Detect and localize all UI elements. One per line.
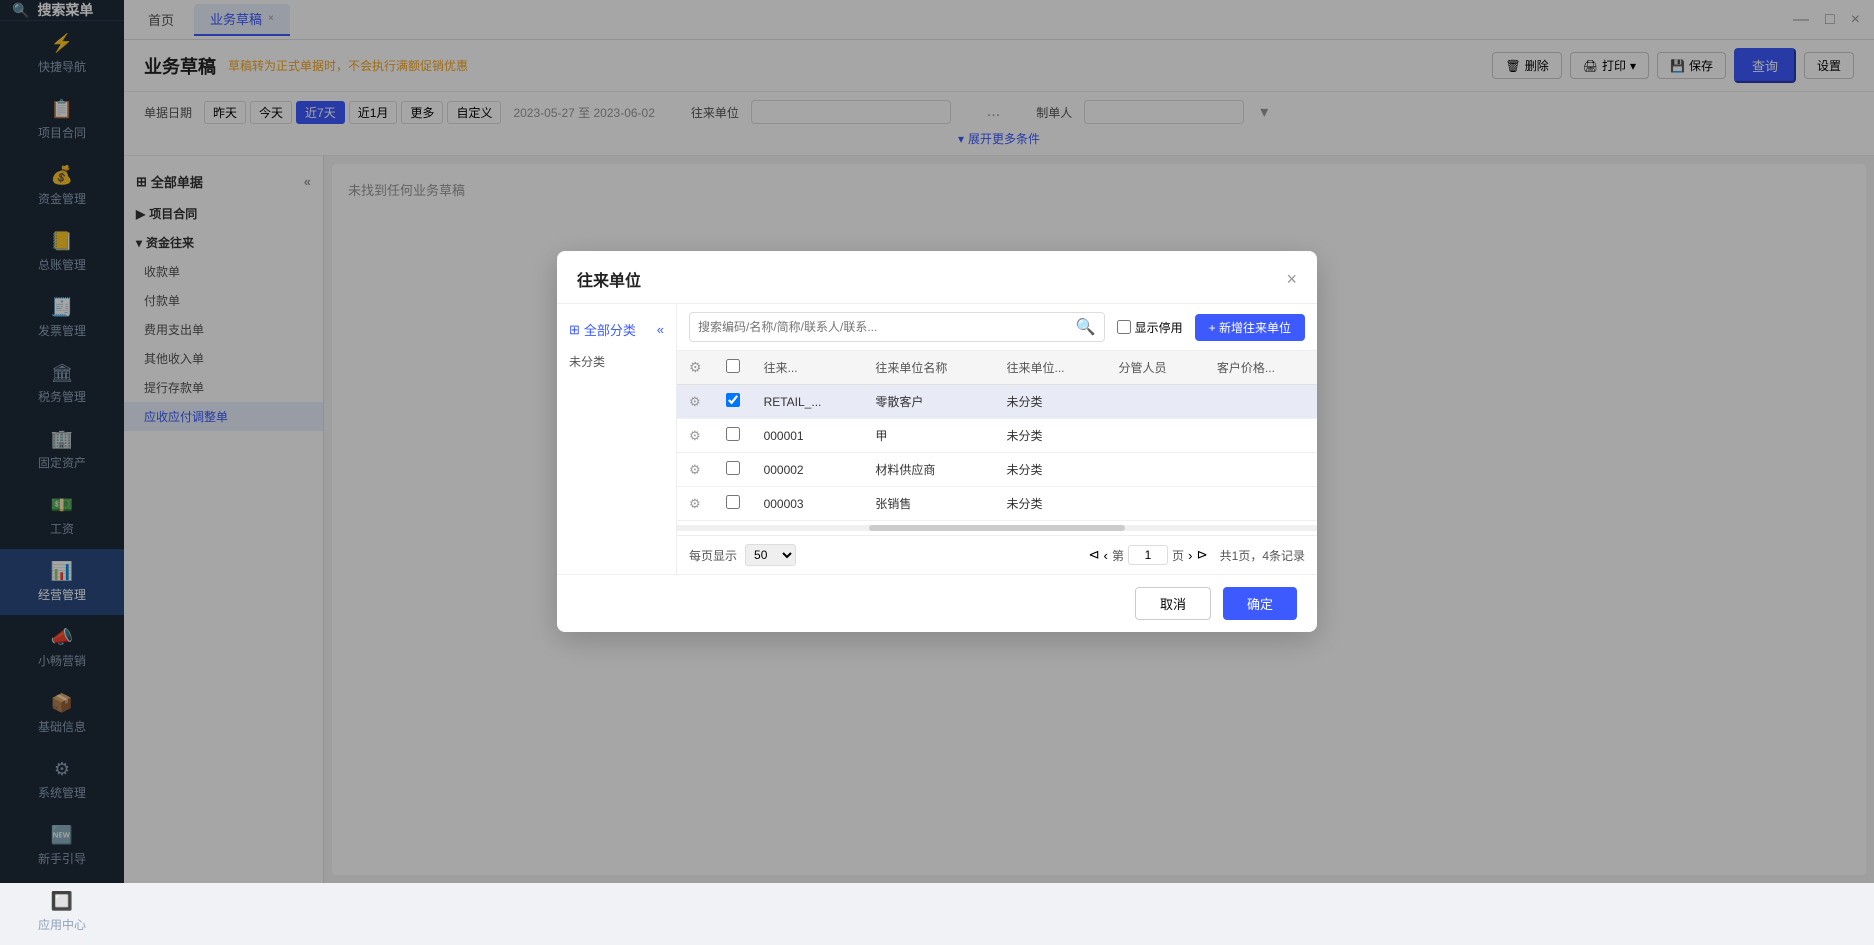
col-price: 客户价格...	[1205, 351, 1317, 385]
row-checkbox[interactable]	[726, 393, 740, 407]
table-row[interactable]: ⚙ 000003 张销售 未分类	[677, 487, 1317, 521]
collapse-left-icon[interactable]: «	[657, 322, 664, 337]
page-label: 第	[1112, 547, 1124, 564]
first-page-button[interactable]: ⊲	[1088, 547, 1099, 563]
table-row[interactable]: ⚙ RETAIL_... 零散客户 未分类	[677, 385, 1317, 419]
show-disabled-text: 显示停用	[1135, 319, 1183, 336]
search-icon: 🔍	[1076, 317, 1096, 337]
select-all-checkbox[interactable]	[726, 359, 740, 373]
modal-partner: 往来单位 × ⊞ 全部分类 « 未分类 🔍	[557, 251, 1317, 632]
row-name: 张销售	[863, 487, 994, 521]
modal-overlay[interactable]: 往来单位 × ⊞ 全部分类 « 未分类 🔍	[0, 0, 1874, 883]
col-code: 往来...	[752, 351, 864, 385]
row-checkbox[interactable]	[726, 427, 740, 441]
col-name: 往来单位名称	[863, 351, 994, 385]
row-checkbox-cell	[714, 453, 752, 487]
row-code: 000003	[752, 487, 864, 521]
modal-search-input[interactable]	[698, 320, 1072, 334]
modal-header: 往来单位 ×	[557, 251, 1317, 304]
col-gear: ⚙	[677, 351, 714, 385]
horizontal-scrollbar[interactable]	[677, 525, 1317, 531]
pagination-controls: ⊲ ‹ 第 页 › ⊳ 共1页，4条记录	[1088, 545, 1305, 565]
modal-category-all-label: 全部分类	[584, 320, 636, 339]
row-settings-icon: ⚙	[689, 462, 701, 477]
row-checkbox[interactable]	[726, 461, 740, 475]
modal-uncategorized-label: 未分类	[557, 347, 676, 376]
row-checkbox-cell	[714, 419, 752, 453]
modal-table: ⚙ 往来... 往来单位名称	[677, 351, 1317, 535]
modal-main-content: 🔍 显示停用 + 新增往来单位 ⚙	[677, 304, 1317, 574]
row-price	[1205, 419, 1317, 453]
modal-search-box[interactable]: 🔍	[689, 312, 1105, 342]
last-page-button[interactable]: ⊳	[1196, 547, 1207, 563]
table-row[interactable]: ⚙ 000002 材料供应商 未分类	[677, 453, 1317, 487]
page-unit: 页	[1172, 547, 1184, 564]
modal-actions: 取消 确定	[557, 574, 1317, 632]
row-checkbox-cell	[714, 487, 752, 521]
table-header-row: ⚙ 往来... 往来单位名称	[677, 351, 1317, 385]
modal-body: ⊞ 全部分类 « 未分类 🔍 显示停用	[557, 304, 1317, 574]
row-price	[1205, 453, 1317, 487]
per-page-label: 每页显示	[689, 547, 737, 564]
grid-icon-small: ⊞	[569, 322, 580, 338]
modal-categories-sidebar: ⊞ 全部分类 « 未分类	[557, 304, 677, 574]
row-type: 未分类	[994, 487, 1106, 521]
show-disabled-label[interactable]: 显示停用	[1117, 319, 1183, 336]
modal-pagination: 每页显示 50 100 ⊲ ‹ 第 页 › ⊳ 共1页，4条记录	[677, 535, 1317, 574]
cancel-button[interactable]: 取消	[1135, 587, 1211, 620]
row-price	[1205, 487, 1317, 521]
row-gear: ⚙	[677, 487, 714, 521]
total-text: 共1页，4条记录	[1220, 547, 1305, 564]
row-code: 000001	[752, 419, 864, 453]
row-type: 未分类	[994, 419, 1106, 453]
row-settings-icon: ⚙	[689, 394, 701, 409]
row-checkbox[interactable]	[726, 495, 740, 509]
row-type: 未分类	[994, 453, 1106, 487]
row-price	[1205, 385, 1317, 419]
row-name: 甲	[863, 419, 994, 453]
confirm-button[interactable]: 确定	[1223, 587, 1297, 620]
col-manager: 分管人员	[1107, 351, 1205, 385]
col-check	[714, 351, 752, 385]
row-manager	[1107, 487, 1205, 521]
modal-close-button[interactable]: ×	[1286, 269, 1297, 290]
modal-category-all[interactable]: ⊞ 全部分类 «	[557, 312, 676, 347]
row-checkbox-cell	[714, 385, 752, 419]
row-name: 材料供应商	[863, 453, 994, 487]
next-page-button[interactable]: ›	[1188, 548, 1192, 563]
row-gear: ⚙	[677, 453, 714, 487]
table-row[interactable]: ⚙ 000001 甲 未分类	[677, 419, 1317, 453]
new-partner-button[interactable]: + 新增往来单位	[1195, 314, 1305, 341]
show-disabled-checkbox[interactable]	[1117, 320, 1131, 334]
modal-toolbar: 🔍 显示停用 + 新增往来单位	[677, 304, 1317, 351]
row-code: RETAIL_...	[752, 385, 864, 419]
settings-icon[interactable]: ⚙	[689, 359, 702, 375]
apps-icon: 🔲	[51, 891, 73, 912]
scrollbar-thumb	[869, 525, 1125, 531]
row-settings-icon: ⚙	[689, 428, 701, 443]
row-manager	[1107, 453, 1205, 487]
sidebar-item-apps[interactable]: 🔲 应用中心	[0, 879, 124, 945]
page-input[interactable]	[1128, 545, 1168, 565]
modal-title: 往来单位	[577, 267, 641, 291]
sidebar-item-label: 应用中心	[38, 916, 86, 933]
row-name: 零散客户	[863, 385, 994, 419]
row-settings-icon: ⚙	[689, 496, 701, 511]
row-gear: ⚙	[677, 385, 714, 419]
row-type: 未分类	[994, 385, 1106, 419]
row-gear: ⚙	[677, 419, 714, 453]
row-manager	[1107, 419, 1205, 453]
col-type: 往来单位...	[994, 351, 1106, 385]
row-code: 000002	[752, 453, 864, 487]
prev-page-button[interactable]: ‹	[1104, 548, 1108, 563]
row-manager	[1107, 385, 1205, 419]
per-page-select[interactable]: 50 100	[745, 544, 796, 566]
